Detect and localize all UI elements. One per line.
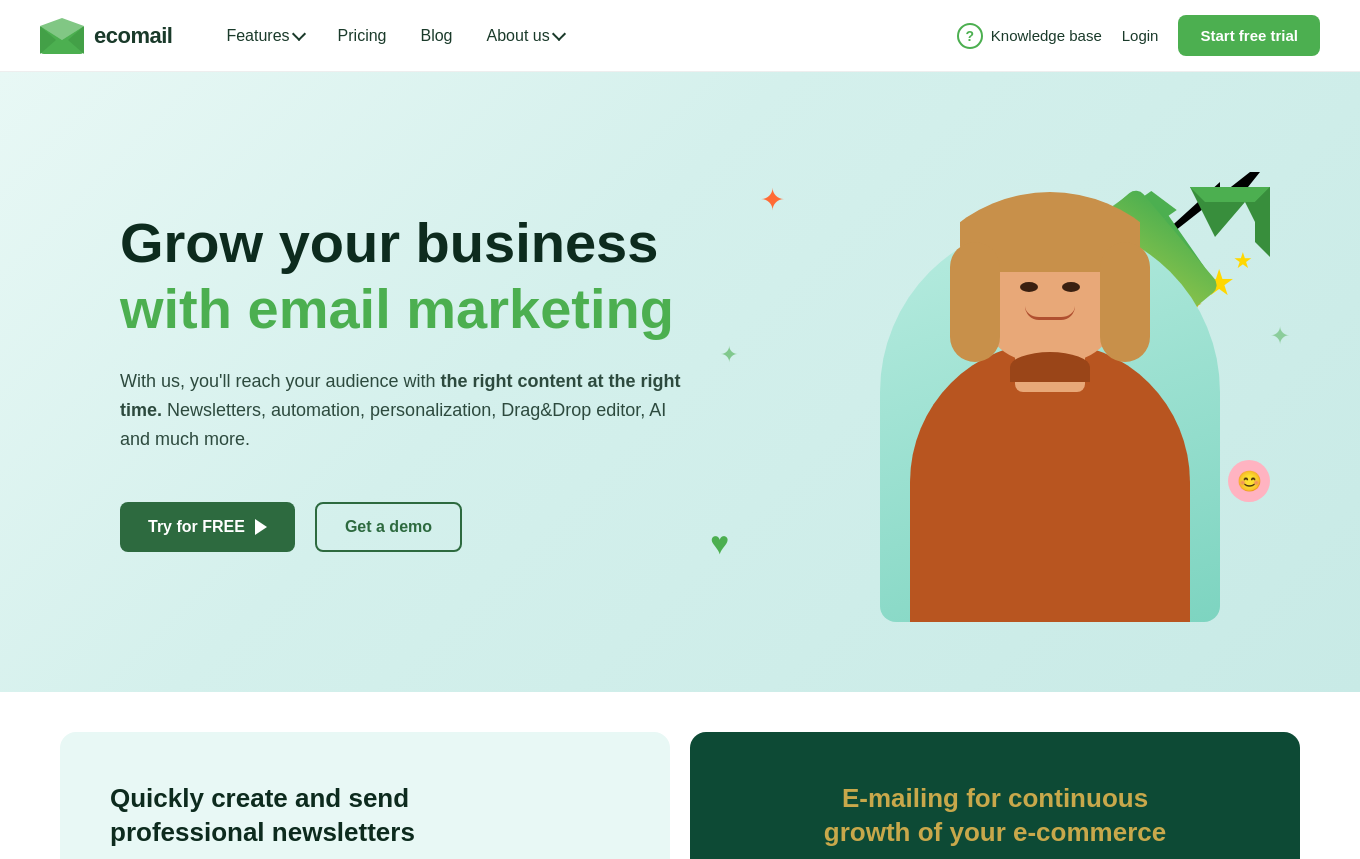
card-ecommerce-title: E-mailing for continuous growth of your … xyxy=(740,782,1250,850)
heart-icon: ♥ xyxy=(710,525,729,562)
logo-icon xyxy=(40,18,84,54)
person-figure xyxy=(900,192,1200,622)
nav-links: Features Pricing Blog About us xyxy=(212,19,577,53)
nav-left: ecomail Features Pricing Blog About us xyxy=(40,18,578,54)
navbar: ecomail Features Pricing Blog About us ?… xyxy=(0,0,1360,72)
hero-section: Grow your business with email marketing … xyxy=(0,72,1360,692)
nav-right: ? Knowledge base Login Start free trial xyxy=(957,15,1320,56)
logo-text: ecomail xyxy=(94,23,172,49)
smiley-icon: 😊 xyxy=(1228,460,1270,502)
hero-content: Grow your business with email marketing … xyxy=(120,212,700,552)
cards-section: Quickly create and send professional new… xyxy=(0,732,1360,859)
star-green-icon: ✦ xyxy=(720,342,738,368)
card-newsletters-title: Quickly create and send professional new… xyxy=(110,782,620,850)
chevron-down-icon xyxy=(552,27,566,41)
card-newsletters: Quickly create and send professional new… xyxy=(60,732,670,859)
play-icon xyxy=(255,519,267,535)
nav-blog[interactable]: Blog xyxy=(406,19,466,53)
question-icon: ? xyxy=(957,23,983,49)
hero-title-line2: with email marketing xyxy=(120,278,700,340)
nav-about[interactable]: About us xyxy=(473,19,578,53)
logo-link[interactable]: ecomail xyxy=(40,18,172,54)
chevron-down-icon xyxy=(292,27,306,41)
try-free-button[interactable]: Try for FREE xyxy=(120,502,295,552)
knowledge-base-link[interactable]: ? Knowledge base xyxy=(957,23,1102,49)
hero-title-line1: Grow your business xyxy=(120,212,700,274)
hero-buttons: Try for FREE Get a demo xyxy=(120,502,700,552)
card-ecommerce: E-mailing for continuous growth of your … xyxy=(690,732,1300,859)
hero-description: With us, you'll reach your audience with… xyxy=(120,367,700,453)
nav-pricing[interactable]: Pricing xyxy=(324,19,401,53)
get-demo-button[interactable]: Get a demo xyxy=(315,502,462,552)
login-link[interactable]: Login xyxy=(1122,27,1159,44)
start-trial-button[interactable]: Start free trial xyxy=(1178,15,1320,56)
star-orange-icon: ✦ xyxy=(760,182,785,217)
hero-visual: ✦ ✦ ✦ ♥ 😊 ★ ★ ✦ xyxy=(700,142,1280,622)
nav-features[interactable]: Features xyxy=(212,19,317,53)
